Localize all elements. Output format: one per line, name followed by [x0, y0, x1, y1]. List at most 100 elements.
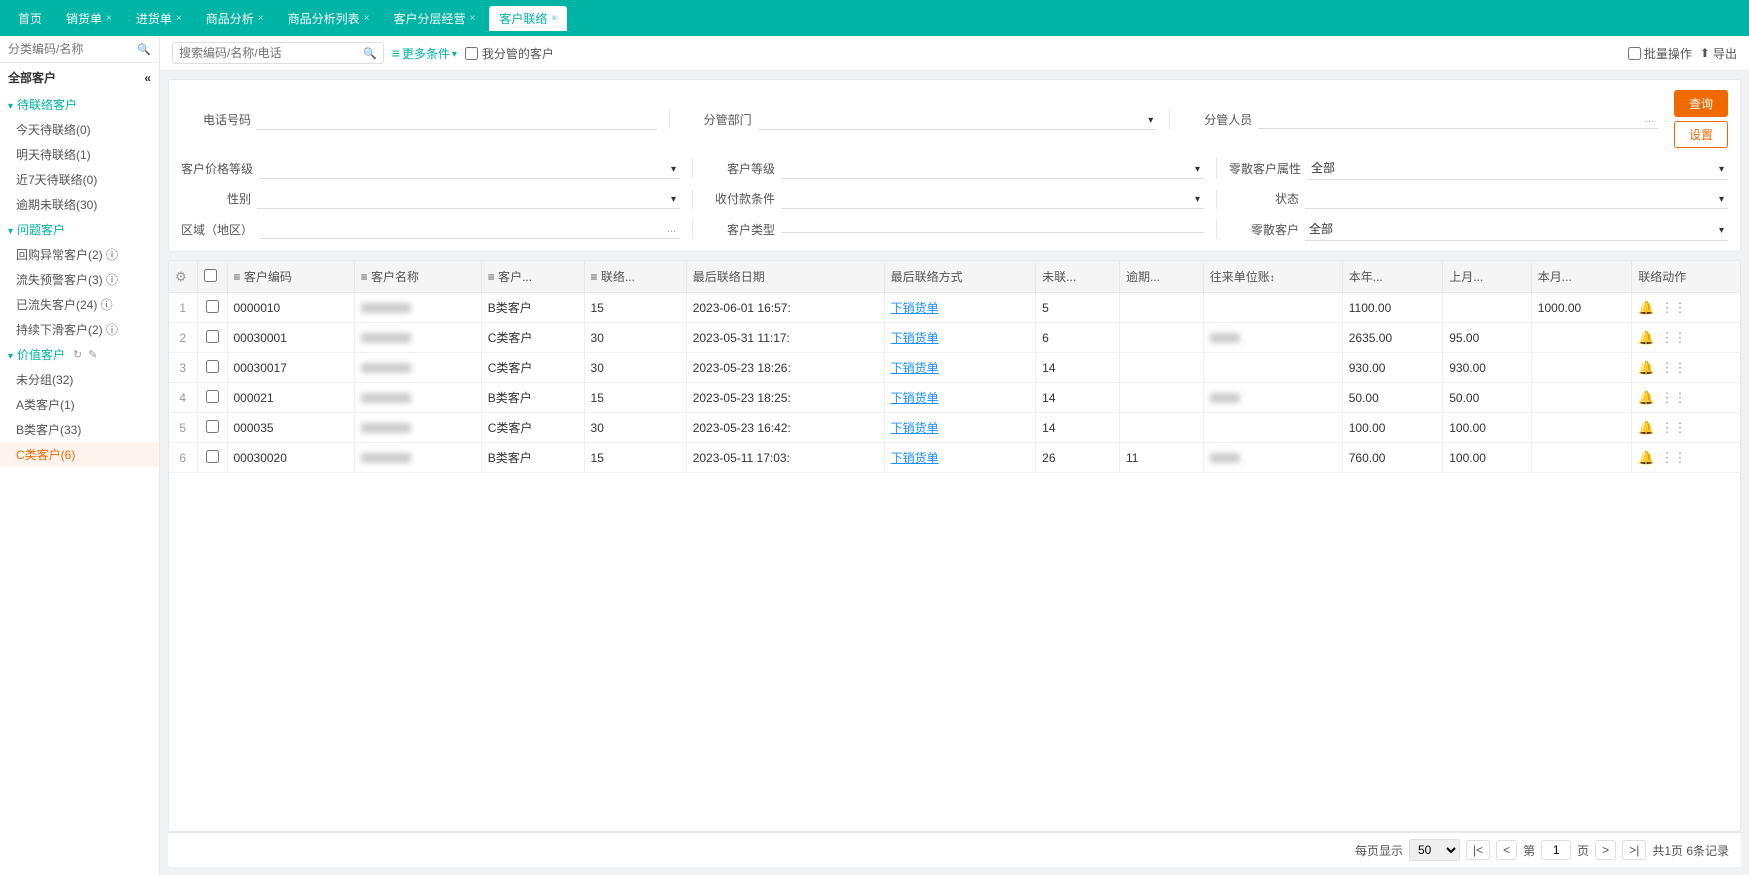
- value-edit-icon[interactable]: ✎: [88, 348, 97, 361]
- row-action-grid[interactable]: ⋮⋮: [1660, 390, 1686, 406]
- search-input[interactable]: [179, 46, 359, 60]
- row-action-bell[interactable]: 🔔: [1638, 450, 1654, 466]
- row-action-bell[interactable]: 🔔: [1638, 360, 1654, 376]
- close-tab-0[interactable]: [106, 13, 112, 24]
- row-last-method[interactable]: 下销货单: [884, 353, 1036, 383]
- sidebar-section-problem[interactable]: 问题客户: [0, 217, 159, 242]
- sidebar-item-declining[interactable]: 持续下滑客户(2) ⓘ: [0, 317, 159, 342]
- nav-tab-2[interactable]: 商品分析: [196, 6, 274, 31]
- row-checkbox[interactable]: [206, 390, 219, 403]
- sidebar-all-customers[interactable]: 全部客户: [0, 63, 159, 92]
- sidebar-item-overdue[interactable]: 逾期未联络(30): [0, 192, 159, 217]
- prev-page-btn[interactable]: <: [1496, 840, 1517, 860]
- row-checkbox-cell[interactable]: [197, 323, 227, 353]
- filter-status-select[interactable]: [1305, 188, 1728, 209]
- value-refresh-icon[interactable]: ↻: [73, 348, 82, 361]
- sidebar-item-ungroup[interactable]: 未分组(32): [0, 367, 159, 392]
- last-method-link[interactable]: 下销货单: [891, 331, 939, 345]
- row-checkbox[interactable]: [206, 420, 219, 433]
- filter-payment-select[interactable]: [781, 188, 1204, 209]
- next-page-btn[interactable]: >: [1595, 840, 1616, 860]
- sidebar-search-input[interactable]: [8, 42, 133, 56]
- last-method-link[interactable]: 下销货单: [891, 451, 939, 465]
- row-last-method[interactable]: 下销货单: [884, 413, 1036, 443]
- row-last-method[interactable]: 下销货单: [884, 323, 1036, 353]
- sidebar-item-lost[interactable]: 已流失客户(24) ⓘ: [0, 292, 159, 317]
- nav-tab-0[interactable]: 销货单: [56, 6, 122, 31]
- sidebar-collapse-icon[interactable]: [144, 71, 151, 85]
- row-action-grid[interactable]: ⋮⋮: [1660, 420, 1686, 436]
- row-checkbox[interactable]: [206, 300, 219, 313]
- col-check-all[interactable]: [197, 261, 227, 293]
- my-customers-checkbox-wrap[interactable]: 我分管的客户: [465, 45, 554, 62]
- row-checkbox-cell[interactable]: [197, 353, 227, 383]
- sidebar-search-icon[interactable]: [137, 42, 151, 56]
- nav-tab-4[interactable]: 客户分层经营: [383, 6, 485, 31]
- my-customers-checkbox[interactable]: [465, 47, 478, 60]
- row-action-grid[interactable]: ⋮⋮: [1660, 450, 1686, 466]
- filter-manager-select[interactable]: ...: [1258, 110, 1658, 129]
- sidebar-item-abnormal[interactable]: 回购异常客户(2) ⓘ: [0, 242, 159, 267]
- last-page-btn[interactable]: >|: [1622, 840, 1646, 860]
- query-button[interactable]: 查询: [1674, 90, 1728, 117]
- filter-phone-input[interactable]: [257, 109, 657, 130]
- batch-op-wrap[interactable]: 批量操作: [1628, 45, 1692, 62]
- row-checkbox-cell[interactable]: [197, 293, 227, 323]
- col-gear[interactable]: ⚙: [169, 261, 197, 293]
- last-method-link[interactable]: 下销货单: [891, 421, 939, 435]
- row-action-bell[interactable]: 🔔: [1638, 420, 1654, 436]
- row-last-method[interactable]: 下销货单: [884, 293, 1036, 323]
- filter-retail-customer-select[interactable]: 全部: [1305, 217, 1728, 241]
- row-actions[interactable]: 🔔 ⋮⋮: [1632, 383, 1740, 413]
- sidebar-item-b-class[interactable]: B类客户(33): [0, 417, 159, 442]
- row-last-method[interactable]: 下销货单: [884, 383, 1036, 413]
- filter-retail-attr-select[interactable]: 全部: [1307, 156, 1728, 180]
- row-checkbox[interactable]: [206, 450, 219, 463]
- sidebar-item-c-class[interactable]: C类客户(6): [0, 442, 159, 467]
- last-method-link[interactable]: 下销货单: [891, 301, 939, 315]
- filter-dept-select[interactable]: [758, 109, 1158, 130]
- sidebar-item-7days[interactable]: 近7天待联络(0): [0, 167, 159, 192]
- nav-home[interactable]: 首页: [8, 6, 52, 31]
- filter-region-select[interactable]: ...: [259, 220, 680, 239]
- row-action-grid[interactable]: ⋮⋮: [1660, 360, 1686, 376]
- search-icon[interactable]: [363, 46, 377, 60]
- select-all-checkbox[interactable]: [204, 269, 217, 282]
- sidebar-section-value[interactable]: 价值客户 ↻ ✎: [0, 342, 159, 367]
- close-tab-3[interactable]: [364, 13, 370, 24]
- row-action-bell[interactable]: 🔔: [1638, 330, 1654, 346]
- filter-customer-type-select[interactable]: [781, 226, 1204, 233]
- row-actions[interactable]: 🔔 ⋮⋮: [1632, 413, 1740, 443]
- first-page-btn[interactable]: |<: [1466, 840, 1490, 860]
- row-action-bell[interactable]: 🔔: [1638, 390, 1654, 406]
- row-checkbox-cell[interactable]: [197, 413, 227, 443]
- row-actions[interactable]: 🔔 ⋮⋮: [1632, 443, 1740, 473]
- row-actions[interactable]: 🔔 ⋮⋮: [1632, 293, 1740, 323]
- row-actions[interactable]: 🔔 ⋮⋮: [1632, 353, 1740, 383]
- sidebar-item-today[interactable]: 今天待联络(0): [0, 117, 159, 142]
- page-num-input[interactable]: [1541, 840, 1571, 860]
- filter-price-level-select[interactable]: [259, 158, 680, 179]
- last-method-link[interactable]: 下销货单: [891, 361, 939, 375]
- nav-tab-5[interactable]: 客户联络: [489, 6, 567, 31]
- row-checkbox-cell[interactable]: [197, 443, 227, 473]
- row-action-grid[interactable]: ⋮⋮: [1660, 300, 1686, 316]
- close-tab-2[interactable]: [258, 13, 264, 24]
- last-method-link[interactable]: 下销货单: [891, 391, 939, 405]
- page-size-select[interactable]: 50 20 100: [1409, 839, 1460, 861]
- row-checkbox-cell[interactable]: [197, 383, 227, 413]
- row-checkbox[interactable]: [206, 330, 219, 343]
- gear-icon[interactable]: ⚙: [175, 269, 187, 284]
- nav-tab-1[interactable]: 进货单: [126, 6, 192, 31]
- filter-customer-level-select[interactable]: [781, 158, 1204, 179]
- close-tab-1[interactable]: [176, 13, 182, 24]
- row-actions[interactable]: 🔔 ⋮⋮: [1632, 323, 1740, 353]
- close-tab-5[interactable]: [551, 13, 557, 24]
- row-last-method[interactable]: 下销货单: [884, 443, 1036, 473]
- sidebar-item-tomorrow[interactable]: 明天待联络(1): [0, 142, 159, 167]
- row-checkbox[interactable]: [206, 360, 219, 373]
- row-action-grid[interactable]: ⋮⋮: [1660, 330, 1686, 346]
- more-conditions-btn[interactable]: 更多条件: [392, 45, 457, 62]
- nav-tab-3[interactable]: 商品分析列表: [278, 6, 380, 31]
- export-btn[interactable]: ⬆ 导出: [1700, 45, 1737, 62]
